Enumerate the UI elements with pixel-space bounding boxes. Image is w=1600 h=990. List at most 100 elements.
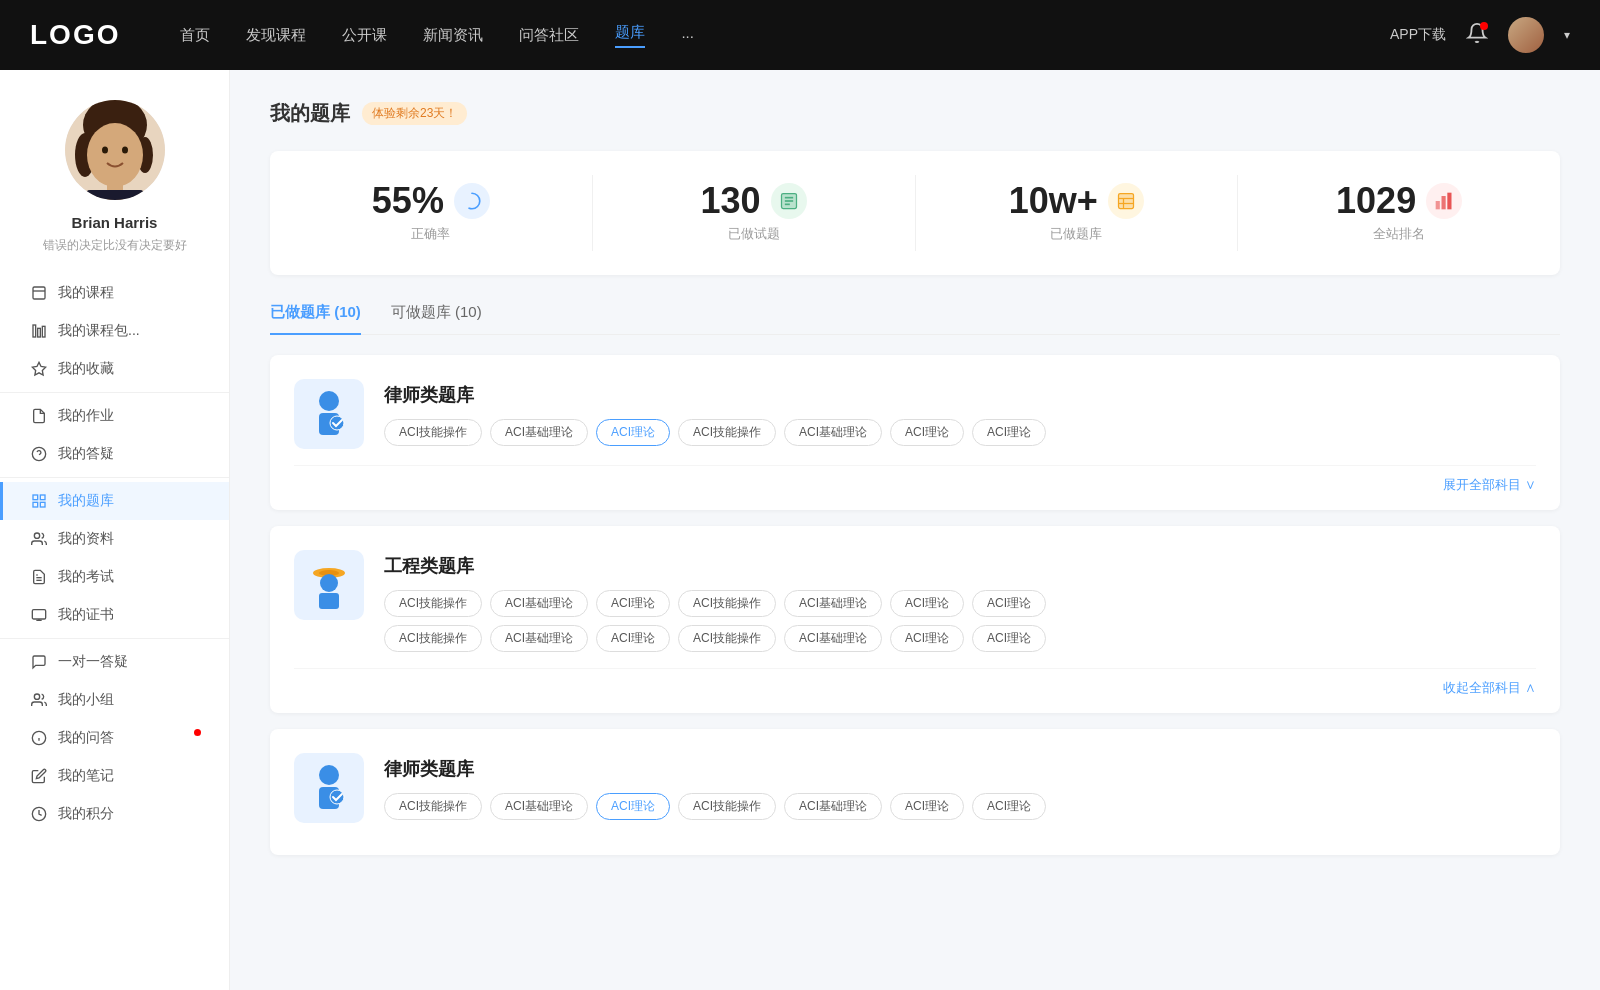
sidebar-item-homework[interactable]: 我的作业 — [0, 397, 229, 435]
note-icon — [30, 767, 48, 785]
tag-1-1[interactable]: ACI基础理论 — [490, 419, 588, 446]
tag-2-12[interactable]: ACI理论 — [890, 625, 964, 652]
nav-qa[interactable]: 问答社区 — [519, 26, 579, 45]
sidebar-item-certificate[interactable]: 我的证书 — [0, 596, 229, 634]
tag-2-3[interactable]: ACI技能操作 — [678, 590, 776, 617]
nav-news[interactable]: 新闻资讯 — [423, 26, 483, 45]
tag-2-13[interactable]: ACI理论 — [972, 625, 1046, 652]
chat-icon — [30, 653, 48, 671]
sidebar-item-my-qa[interactable]: 我的问答 — [0, 719, 229, 757]
stat-banks-value: 10w+ — [1009, 183, 1098, 219]
tag-1-6[interactable]: ACI理论 — [972, 419, 1046, 446]
qa-icon — [30, 729, 48, 747]
qbank-title-3: 律师类题库 — [384, 753, 1536, 781]
avatar[interactable] — [1508, 17, 1544, 53]
tag-2-10[interactable]: ACI技能操作 — [678, 625, 776, 652]
svg-rect-12 — [38, 328, 41, 337]
svg-rect-17 — [33, 495, 38, 500]
tag-2-6[interactable]: ACI理论 — [972, 590, 1046, 617]
bar-icon — [30, 322, 48, 340]
chart-icon — [1434, 191, 1454, 211]
svg-point-50 — [320, 574, 338, 592]
stats-row: 55% 正确率 130 — [270, 151, 1560, 275]
grid-icon — [30, 492, 48, 510]
tag-3-3[interactable]: ACI技能操作 — [678, 793, 776, 820]
nav-qbank[interactable]: 题库 — [615, 23, 645, 48]
nav-home[interactable]: 首页 — [180, 26, 210, 45]
tag-2-4[interactable]: ACI基础理论 — [784, 590, 882, 617]
divider-1 — [0, 392, 229, 393]
nav-open-course[interactable]: 公开课 — [342, 26, 387, 45]
svg-rect-18 — [40, 495, 45, 500]
tag-2-7[interactable]: ACI技能操作 — [384, 625, 482, 652]
tag-2-5[interactable]: ACI理论 — [890, 590, 964, 617]
sidebar-item-profile[interactable]: 我的资料 — [0, 520, 229, 558]
done-banks-icon — [1108, 183, 1144, 219]
qbank-expand-1[interactable]: 展开全部科目 ∨ — [294, 465, 1536, 494]
question-icon — [30, 445, 48, 463]
tag-3-6[interactable]: ACI理论 — [972, 793, 1046, 820]
svg-point-27 — [34, 694, 39, 699]
notification-bell[interactable] — [1466, 22, 1488, 48]
navbar-right: APP下载 ▾ — [1390, 17, 1570, 53]
nav-discover[interactable]: 发现课程 — [246, 26, 306, 45]
stat-accuracy: 55% 正确率 — [270, 175, 593, 251]
tag-2-9[interactable]: ACI理论 — [596, 625, 670, 652]
tag-2-0[interactable]: ACI技能操作 — [384, 590, 482, 617]
sidebar-item-course-packages[interactable]: 我的课程包... — [0, 312, 229, 350]
profile-dropdown-icon[interactable]: ▾ — [1564, 28, 1570, 42]
qbank-card-header-3: 律师类题库 ACI技能操作 ACI基础理论 ACI理论 ACI技能操作 ACI基… — [294, 753, 1536, 823]
certificate-icon — [30, 606, 48, 624]
qbank-icon-lawyer-2 — [294, 753, 364, 823]
tab-available-banks[interactable]: 可做题库 (10) — [391, 303, 482, 334]
sidebar-item-points[interactable]: 我的积分 — [0, 795, 229, 833]
svg-marker-14 — [32, 362, 45, 375]
sidebar-item-favorites[interactable]: 我的收藏 — [0, 350, 229, 388]
tag-2-2[interactable]: ACI理论 — [596, 590, 670, 617]
tag-2-11[interactable]: ACI基础理论 — [784, 625, 882, 652]
tag-2-8[interactable]: ACI基础理论 — [490, 625, 588, 652]
sidebar-item-exam[interactable]: 我的考试 — [0, 558, 229, 596]
divider-3 — [0, 638, 229, 639]
tab-done-banks[interactable]: 已做题库 (10) — [270, 303, 361, 334]
tag-2-1[interactable]: ACI基础理论 — [490, 590, 588, 617]
qbank-info-1: 律师类题库 ACI技能操作 ACI基础理论 ACI理论 ACI技能操作 ACI基… — [384, 379, 1536, 446]
qbank-card-engineer: 工程类题库 ACI技能操作 ACI基础理论 ACI理论 ACI技能操作 ACI基… — [270, 526, 1560, 713]
svg-point-6 — [122, 147, 128, 154]
stat-accuracy-label: 正确率 — [411, 225, 450, 243]
sidebar-item-1on1-qa[interactable]: 一对一答疑 — [0, 643, 229, 681]
tag-1-4[interactable]: ACI基础理论 — [784, 419, 882, 446]
accuracy-icon — [454, 183, 490, 219]
tag-3-4[interactable]: ACI基础理论 — [784, 793, 882, 820]
tag-3-1[interactable]: ACI基础理论 — [490, 793, 588, 820]
stat-ranking: 1029 全站排名 — [1238, 175, 1560, 251]
sidebar-item-my-courses[interactable]: 我的课程 — [0, 274, 229, 312]
sidebar-avatar — [65, 100, 165, 200]
tag-3-2[interactable]: ACI理论 — [596, 793, 670, 820]
tag-3-0[interactable]: ACI技能操作 — [384, 793, 482, 820]
ranking-icon — [1426, 183, 1462, 219]
tag-1-2[interactable]: ACI理论 — [596, 419, 670, 446]
stat-done-value: 130 — [701, 183, 761, 219]
qbank-icon-lawyer — [294, 379, 364, 449]
app-download-button[interactable]: APP下载 — [1390, 26, 1446, 44]
sidebar-item-qa[interactable]: 我的答疑 — [0, 435, 229, 473]
qbank-collapse-2[interactable]: 收起全部科目 ∧ — [294, 668, 1536, 697]
tag-1-0[interactable]: ACI技能操作 — [384, 419, 482, 446]
qbank-card-lawyer-1: 律师类题库 ACI技能操作 ACI基础理论 ACI理论 ACI技能操作 ACI基… — [270, 355, 1560, 510]
avatar-svg — [65, 100, 165, 200]
qbank-title-1: 律师类题库 — [384, 379, 1536, 407]
nav-more[interactable]: ··· — [681, 27, 694, 44]
stat-accuracy-value: 55% — [372, 183, 444, 219]
avatar-image — [1508, 17, 1544, 53]
sidebar-item-qbank[interactable]: 我的题库 — [0, 482, 229, 520]
sidebar-item-group[interactable]: 我的小组 — [0, 681, 229, 719]
stat-ranking-top: 1029 — [1336, 183, 1462, 219]
sidebar-item-notes[interactable]: 我的笔记 — [0, 757, 229, 795]
tag-1-5[interactable]: ACI理论 — [890, 419, 964, 446]
tag-1-3[interactable]: ACI技能操作 — [678, 419, 776, 446]
tag-3-5[interactable]: ACI理论 — [890, 793, 964, 820]
svg-rect-42 — [1436, 201, 1440, 209]
done-questions-icon — [771, 183, 807, 219]
file-icon — [30, 284, 48, 302]
